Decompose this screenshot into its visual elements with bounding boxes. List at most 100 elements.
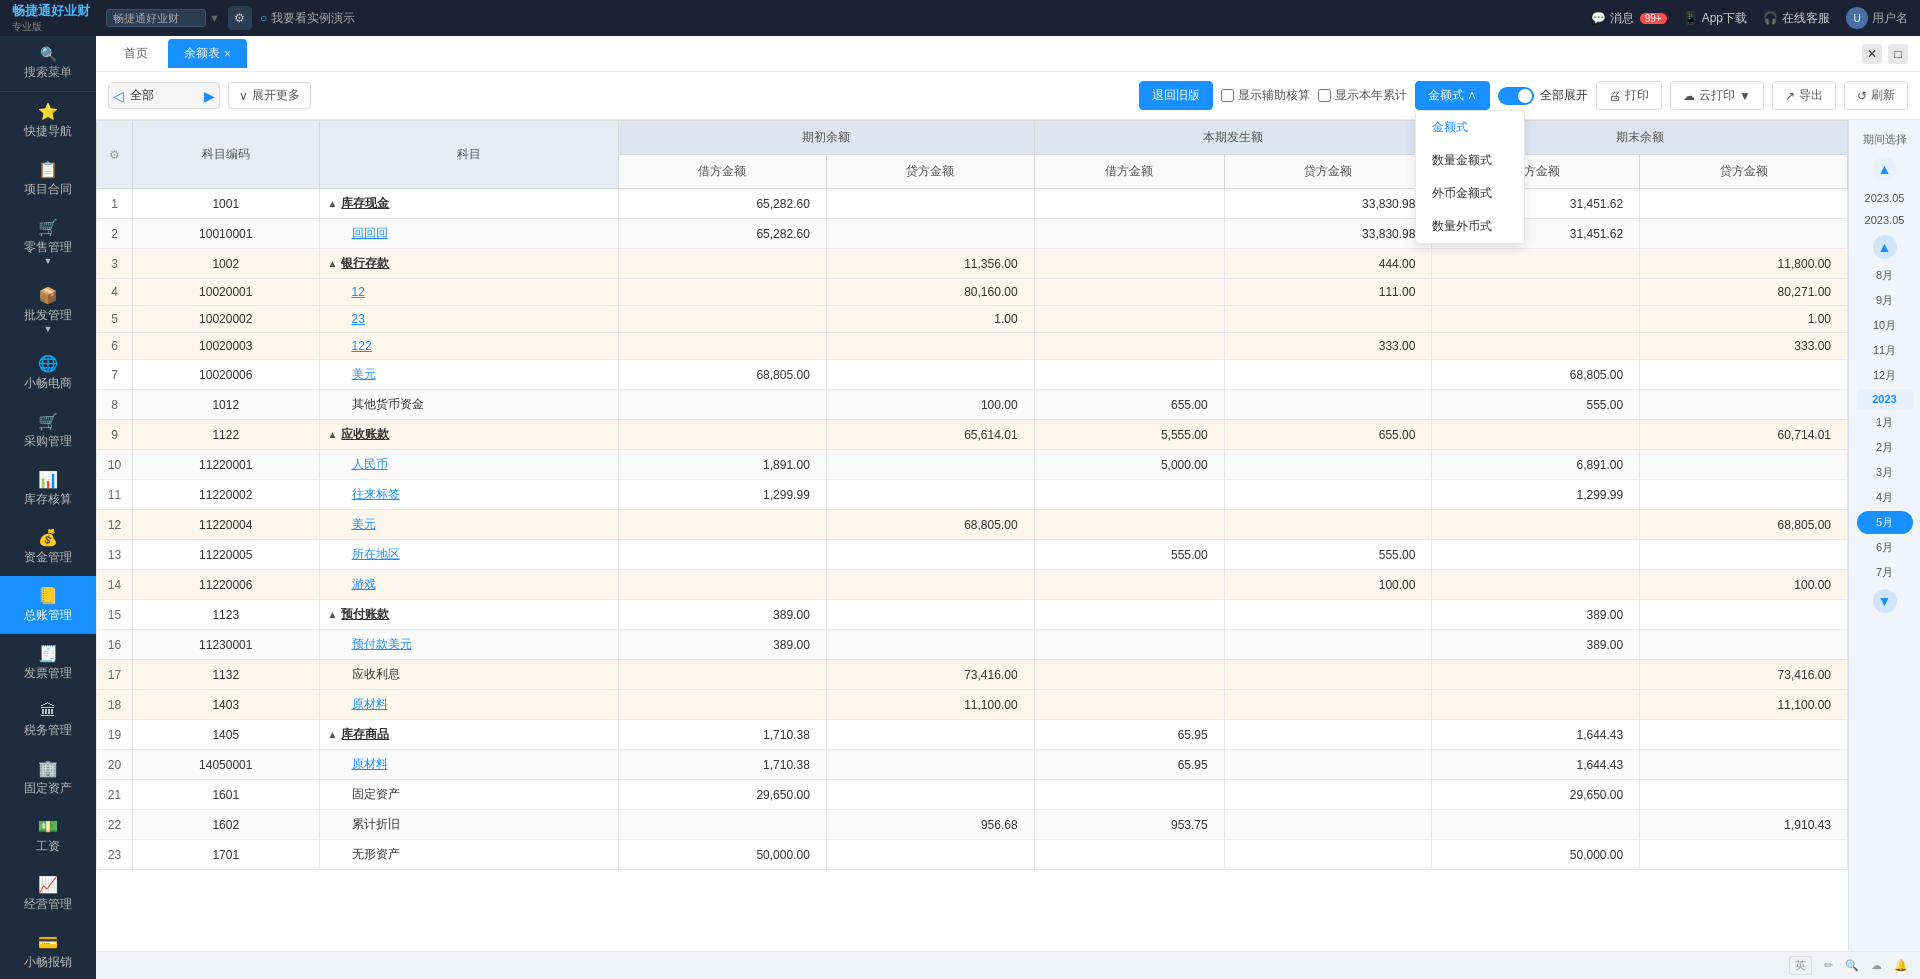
tab-home[interactable]: 首页 [108, 39, 164, 68]
table-row[interactable]: 8 1012 其他货币资金 100.00 655.00 555.00 [97, 390, 1848, 420]
cell-name[interactable]: 人民币 [319, 450, 618, 480]
back-version-btn[interactable]: 退回旧版 [1139, 81, 1213, 110]
dropdown-item-qty-amount[interactable]: 数量金额式 [1416, 144, 1524, 177]
bottom-search-icon[interactable]: 🔍 [1845, 959, 1859, 972]
sidebar-item-purchase[interactable]: 🛒 采购管理 [0, 402, 96, 460]
month-2023-05-1[interactable]: 2023.05 [1857, 188, 1913, 208]
sidebar-item-ledger[interactable]: 📒 总账管理 [0, 576, 96, 634]
table-row[interactable]: 15 1123 ▲预付账款 389.00 389.00 [97, 600, 1848, 630]
table-row[interactable]: 4 10020001 12 80,160.00 111.00 80,271.00 [97, 279, 1848, 306]
table-row[interactable]: 16 11230001 预付款美元 389.00 389.00 [97, 630, 1848, 660]
month-2023-06[interactable]: 2023.05 [1857, 210, 1913, 230]
cloud-print-btn[interactable]: ☁ 云打印 ▼ [1670, 81, 1764, 110]
user-avatar[interactable]: U 用户名 [1846, 7, 1908, 29]
cell-name[interactable]: 美元 [319, 360, 618, 390]
table-row[interactable]: 22 1602 累计折旧 956.68 953.75 1,910.43 [97, 810, 1848, 840]
bottom-notification-icon[interactable]: 🔔 [1894, 959, 1908, 972]
table-row[interactable]: 9 1122 ▲应收账款 65,614.01 5,555.00 655.00 6… [97, 420, 1848, 450]
month-sep[interactable]: 9月 [1857, 289, 1913, 312]
version-selector[interactable]: ▼ [106, 9, 220, 27]
bottom-cloud-icon[interactable]: ☁ [1871, 959, 1882, 972]
month-apr[interactable]: 4月 [1857, 486, 1913, 509]
cell-name[interactable]: ▲库存商品 [319, 720, 618, 750]
cell-name[interactable]: ▲预付账款 [319, 600, 618, 630]
cell-name[interactable]: 23 [319, 306, 618, 333]
dropdown-item-qty-foreign[interactable]: 数量外币式 [1416, 210, 1524, 243]
sidebar-item-project[interactable]: 📋 项目合同 [0, 150, 96, 208]
tab-close-btn[interactable]: × [224, 47, 231, 61]
app-download-btn[interactable]: 📱 App下载 [1683, 10, 1747, 27]
sidebar-item-funds[interactable]: 💰 资金管理 [0, 518, 96, 576]
cell-name[interactable]: 12 [319, 279, 618, 306]
sidebar-item-invoice[interactable]: 🧾 发票管理 [0, 634, 96, 692]
toggle-switch-btn[interactable] [1498, 87, 1534, 105]
cell-name[interactable]: ▲应收账款 [319, 420, 618, 450]
month-jan[interactable]: 1月 [1857, 411, 1913, 434]
sidebar-item-wholesale[interactable]: 📦 批发管理 ▼ [0, 276, 96, 344]
search-back-btn[interactable]: ◁ [113, 88, 124, 104]
year-2023[interactable]: 2023 [1857, 389, 1913, 409]
show-auxiliary-check[interactable]: 显示辅助核算 [1221, 87, 1310, 104]
cell-name[interactable]: 回回回 [319, 219, 618, 249]
month-mar[interactable]: 3月 [1857, 461, 1913, 484]
cell-name[interactable]: 美元 [319, 510, 618, 540]
month-may[interactable]: 5月 [1857, 511, 1913, 534]
online-service-btn[interactable]: 🎧 在线客服 [1763, 10, 1830, 27]
month-aug[interactable]: 8月 [1857, 264, 1913, 287]
cell-name[interactable]: 原材料 [319, 750, 618, 780]
month-jul[interactable]: 7月 [1857, 561, 1913, 584]
prev-year-btn[interactable]: ▲ [1873, 157, 1897, 181]
table-row[interactable]: 2 10010001 回回回 65,282.60 33,830.98 31,45… [97, 219, 1848, 249]
table-row[interactable]: 10 11220001 人民币 1,891.00 5,000.00 6,891.… [97, 450, 1848, 480]
scroll-down-btn[interactable]: ▼ [1873, 589, 1897, 613]
cell-name[interactable]: 累计折旧 [319, 810, 618, 840]
expand-more-btn[interactable]: ∨ 展开更多 [228, 82, 311, 109]
cell-name[interactable]: 游戏 [319, 570, 618, 600]
scroll-up-btn[interactable]: ▲ [1873, 235, 1897, 259]
table-row[interactable]: 17 1132 应收利息 73,416.00 73,416.00 [97, 660, 1848, 690]
table-row[interactable]: 23 1701 无形资产 50,000.00 50,000.00 [97, 840, 1848, 870]
expand-all-toggle[interactable]: 全部展开 [1498, 87, 1588, 105]
auxiliary-checkbox[interactable] [1221, 89, 1234, 102]
sidebar-item-expense[interactable]: 💳 小畅报销 [0, 923, 96, 979]
show-ytd-check[interactable]: 显示本年累计 [1318, 87, 1407, 104]
sidebar-item-management[interactable]: 📈 经营管理 [0, 865, 96, 923]
print-btn[interactable]: 🖨 打印 [1596, 81, 1662, 110]
month-jun[interactable]: 6月 [1857, 536, 1913, 559]
cell-name[interactable]: 预付款美元 [319, 630, 618, 660]
table-row[interactable]: 19 1405 ▲库存商品 1,710.38 65.95 1,644.43 [97, 720, 1848, 750]
search-menu[interactable]: 🔍 搜索菜单 [0, 36, 96, 92]
sidebar-item-tax[interactable]: 🏛 税务管理 [0, 692, 96, 749]
cell-name[interactable]: 固定资产 [319, 780, 618, 810]
app-name-input[interactable] [106, 9, 206, 27]
month-oct[interactable]: 10月 [1857, 314, 1913, 337]
sidebar-item-fixed-assets[interactable]: 🏢 固定资产 [0, 749, 96, 807]
table-row[interactable]: 5 10020002 23 1.00 1.00 [97, 306, 1848, 333]
table-row[interactable]: 14 11220006 游戏 100.00 100.00 [97, 570, 1848, 600]
search-forward-btn[interactable]: ▶ [204, 88, 215, 104]
tab-maximize[interactable]: □ [1888, 44, 1908, 64]
settings-icon[interactable]: ⚙ [228, 6, 252, 30]
dropdown-item-foreign-amount[interactable]: 外币金额式 [1416, 177, 1524, 210]
ytd-checkbox[interactable] [1318, 89, 1331, 102]
cell-name[interactable]: 122 [319, 333, 618, 360]
sidebar-item-inventory[interactable]: 📊 库存核算 [0, 460, 96, 518]
sidebar-item-retail[interactable]: 🛒 零售管理 ▼ [0, 208, 96, 276]
demo-link[interactable]: ○ 我要看实例演示 [260, 10, 355, 27]
export-btn[interactable]: ↗ 导出 [1772, 81, 1836, 110]
bottom-edit-icon[interactable]: ✏ [1824, 959, 1833, 972]
cell-name[interactable]: 无形资产 [319, 840, 618, 870]
table-row[interactable]: 3 1002 ▲银行存款 11,356.00 444.00 11,800.00 [97, 249, 1848, 279]
refresh-btn[interactable]: ↺ 刷新 [1844, 81, 1908, 110]
table-row[interactable]: 7 10020006 美元 68,805.00 68,805.00 [97, 360, 1848, 390]
table-row[interactable]: 1 1001 ▲库存现金 65,282.60 33,830.98 31,451.… [97, 189, 1848, 219]
table-row[interactable]: 20 14050001 原材料 1,710.38 65.95 1,644.43 [97, 750, 1848, 780]
tab-close-window[interactable]: ✕ [1862, 44, 1882, 64]
cell-name[interactable]: 原材料 [319, 690, 618, 720]
table-row[interactable]: 18 1403 原材料 11,100.00 11,100.00 [97, 690, 1848, 720]
sidebar-item-ecommerce[interactable]: 🌐 小畅电商 [0, 344, 96, 402]
cell-name[interactable]: 其他货币资金 [319, 390, 618, 420]
month-feb[interactable]: 2月 [1857, 436, 1913, 459]
table-row[interactable]: 21 1601 固定资产 29,650.00 29,650.00 [97, 780, 1848, 810]
cell-name[interactable]: 应收利息 [319, 660, 618, 690]
